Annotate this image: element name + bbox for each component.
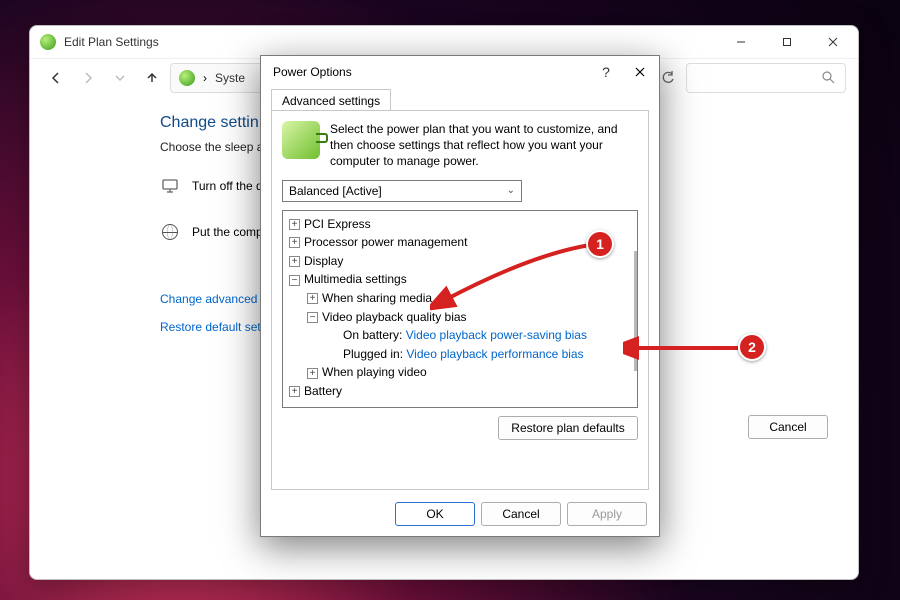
tree-cpu[interactable]: Processor power management [304, 235, 467, 249]
power-plan-select[interactable]: Balanced [Active] ⌄ [282, 180, 522, 202]
expand-icon[interactable]: + [307, 368, 318, 379]
dialog-titlebar: Power Options ? [261, 56, 659, 88]
scrollbar[interactable] [634, 251, 637, 371]
tree-video-bias[interactable]: Video playback quality bias [322, 310, 467, 324]
on-battery-value[interactable]: Video playback power-saving bias [406, 328, 587, 342]
on-battery-label: On battery: [343, 328, 402, 342]
dialog-description: Select the power plan that you want to c… [330, 121, 638, 170]
apply-button[interactable]: Apply [567, 502, 647, 526]
power-icon [179, 70, 195, 86]
tab-panel: Select the power plan that you want to c… [271, 110, 649, 490]
dialog-title: Power Options [273, 65, 352, 79]
collapse-icon[interactable]: − [307, 312, 318, 323]
annotation-callout-2: 2 [738, 333, 766, 361]
back-button[interactable] [42, 64, 70, 92]
display-label: Turn off the di [192, 179, 265, 193]
globe-icon [160, 222, 180, 242]
cancel-button[interactable]: Cancel [748, 415, 828, 439]
tab-advanced-settings[interactable]: Advanced settings [271, 89, 391, 111]
annotation-callout-1: 1 [586, 230, 614, 258]
footer-buttons: Cancel [748, 415, 828, 439]
restore-plan-defaults-button[interactable]: Restore plan defaults [498, 416, 638, 440]
monitor-icon [160, 176, 180, 196]
chevron-down-icon: ⌄ [507, 185, 515, 196]
close-button[interactable] [625, 58, 655, 86]
chevron-right-icon: › [203, 71, 207, 85]
window-title: Edit Plan Settings [64, 35, 159, 49]
expand-icon[interactable]: + [289, 256, 300, 267]
power-icon [40, 34, 56, 50]
tree-battery[interactable]: Battery [304, 384, 342, 398]
close-button[interactable] [810, 26, 856, 58]
dialog-footer: OK Cancel Apply [395, 502, 647, 526]
settings-tree[interactable]: + PCI Express + Processor power management… [282, 210, 638, 408]
cancel-button[interactable]: Cancel [481, 502, 561, 526]
plugged-in-value[interactable]: Video playback performance bias [406, 347, 583, 361]
help-button[interactable]: ? [591, 58, 621, 86]
tree-sharing-media[interactable]: When sharing media [322, 291, 432, 305]
collapse-icon[interactable]: − [289, 275, 300, 286]
search-input[interactable] [686, 63, 846, 93]
expand-icon[interactable]: + [289, 219, 300, 230]
ok-button[interactable]: OK [395, 502, 475, 526]
titlebar: Edit Plan Settings [30, 26, 858, 58]
window-controls [718, 26, 856, 58]
expand-icon[interactable]: + [307, 293, 318, 304]
breadcrumb-item[interactable]: Syste [215, 71, 245, 85]
tree-multimedia[interactable]: Multimedia settings [304, 272, 407, 286]
recent-button[interactable] [106, 64, 134, 92]
minimize-button[interactable] [718, 26, 764, 58]
tabstrip: Advanced settings [261, 88, 659, 110]
tree-pci[interactable]: PCI Express [304, 217, 371, 231]
search-icon [822, 71, 835, 84]
tree-playing-video[interactable]: When playing video [322, 365, 427, 379]
power-plan-value: Balanced [Active] [289, 184, 382, 198]
power-options-dialog: Power Options ? Advanced settings Select… [260, 55, 660, 537]
expand-icon[interactable]: + [289, 237, 300, 248]
tree-display[interactable]: Display [304, 254, 343, 268]
sleep-label: Put the comp [192, 225, 263, 239]
battery-icon [282, 121, 320, 159]
up-button[interactable] [138, 64, 166, 92]
forward-button[interactable] [74, 64, 102, 92]
maximize-button[interactable] [764, 26, 810, 58]
plugged-in-label: Plugged in: [343, 347, 403, 361]
expand-icon[interactable]: + [289, 386, 300, 397]
